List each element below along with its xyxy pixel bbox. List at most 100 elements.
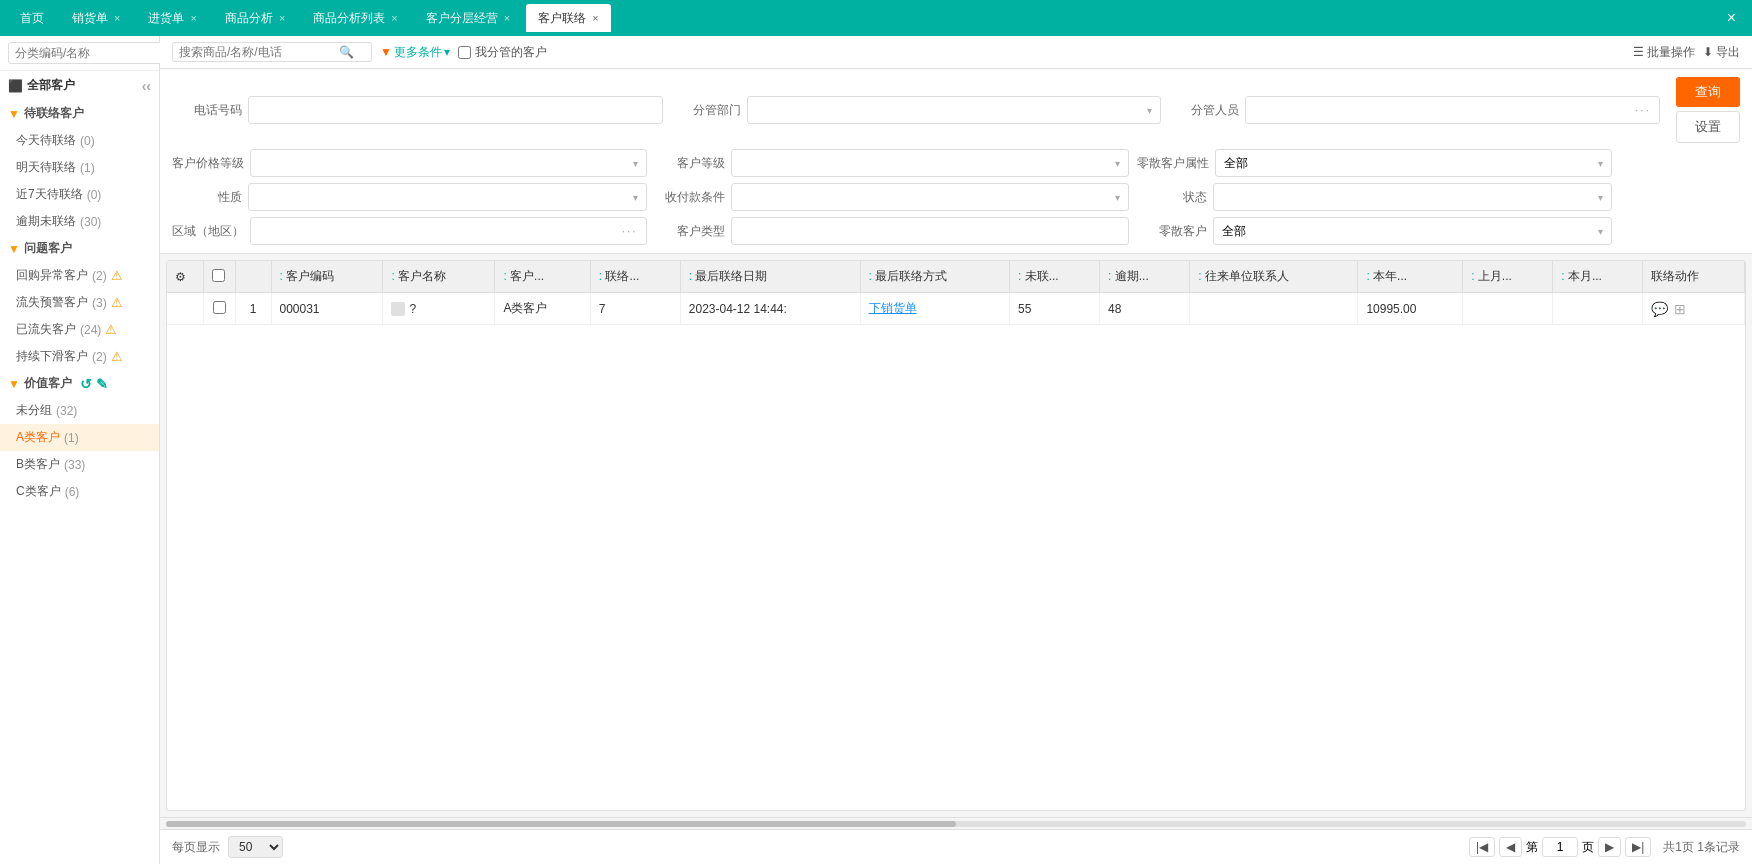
status-select[interactable]: ▾: [1213, 183, 1612, 211]
close-tab-goods-list[interactable]: ×: [391, 12, 397, 24]
col-cust-type[interactable]: : 客户...: [495, 261, 590, 293]
col-settings[interactable]: ⚙: [167, 261, 203, 293]
close-tab-purchase[interactable]: ×: [190, 12, 196, 24]
row-checkbox[interactable]: [213, 301, 226, 314]
col-last-month[interactable]: : 上月...: [1463, 261, 1553, 293]
filter-more-btn[interactable]: ▼ 更多条件 ▾: [380, 44, 450, 61]
all-customers-header[interactable]: ⬛ 全部客户 ‹‹: [0, 71, 159, 100]
col-last-method[interactable]: : 最后联络方式: [860, 261, 1009, 293]
price-level-label: 客户价格等级: [172, 155, 244, 172]
page-unit: 页: [1582, 839, 1594, 856]
chat-action-icon[interactable]: 💬: [1651, 301, 1668, 317]
last-method-link[interactable]: 下销货单: [869, 301, 917, 315]
filter-right: ☰ 批量操作 ⬇ 导出: [1633, 44, 1740, 61]
payment-select[interactable]: ▾: [731, 183, 1130, 211]
col-unit-contact[interactable]: : 往来单位联系人: [1190, 261, 1358, 293]
col-name[interactable]: : 客户名称: [383, 261, 495, 293]
filter-search-icon[interactable]: 🔍: [339, 45, 354, 59]
tab-goods-analysis-list[interactable]: 商品分析列表 ×: [301, 4, 409, 32]
close-all-tabs[interactable]: ×: [1719, 9, 1744, 27]
dept-select[interactable]: ▾: [747, 96, 1162, 124]
sidebar-item-class-c[interactable]: C类客户 (6): [0, 478, 159, 505]
row-code: 000031: [271, 293, 383, 325]
col-this-year[interactable]: : 本年...: [1358, 261, 1463, 293]
first-page-btn[interactable]: |◀: [1469, 837, 1495, 857]
pagination: |◀ ◀ 第 页 ▶ ▶| 共1页 1条记录: [1469, 837, 1740, 857]
sidebar-item-tomorrow[interactable]: 明天待联络 (1): [0, 154, 159, 181]
row-checkbox-cell: [203, 293, 235, 325]
close-tab-customer-tier[interactable]: ×: [504, 12, 510, 24]
grid-action-icon[interactable]: ⊞: [1674, 301, 1686, 317]
tab-purchase[interactable]: 进货单 ×: [136, 4, 208, 32]
row-cust-type: A类客户: [495, 293, 590, 325]
batch-op-btn[interactable]: ☰ 批量操作: [1633, 44, 1695, 61]
close-tab-sales[interactable]: ×: [114, 12, 120, 24]
filter-dept: 分管部门 ▾: [671, 96, 1162, 124]
region-select[interactable]: ···: [250, 217, 647, 245]
scatter-attr-chevron: ▾: [1598, 158, 1603, 169]
dept-label: 分管部门: [671, 102, 741, 119]
horizontal-scrollbar[interactable]: [160, 817, 1752, 829]
tab-goods-analysis[interactable]: 商品分析 ×: [213, 4, 297, 32]
export-btn[interactable]: ⬇ 导出: [1703, 44, 1740, 61]
select-all-checkbox[interactable]: [212, 269, 225, 282]
sidebar-item-class-a[interactable]: A类客户 (1): [0, 424, 159, 451]
filter-icon: ▼: [380, 45, 392, 59]
col-code[interactable]: : 客户编码: [271, 261, 383, 293]
cust-type-select[interactable]: [731, 217, 1130, 245]
manager-select[interactable]: ···: [1245, 96, 1660, 124]
sidebar-pending-header[interactable]: ▼ 待联络客户: [0, 100, 159, 127]
tab-home[interactable]: 首页: [8, 4, 56, 32]
col-contact[interactable]: : 联络...: [590, 261, 680, 293]
filter-row-3: 性质 ▾ 收付款条件 ▾ 状态: [172, 183, 1740, 211]
region-dots: ···: [622, 224, 638, 238]
content-area: 🔍 ▼ 更多条件 ▾ 我分管的客户 ☰ 批量操作 ⬇ 导出: [160, 36, 1752, 864]
sidebar-item-declining[interactable]: 持续下滑客户 (2) ⚠: [0, 343, 159, 370]
warn-icon-churned: ⚠: [105, 322, 117, 337]
phone-input[interactable]: [248, 96, 663, 124]
table-header-row: ⚙ : 客户编码 : 客户名称 : 客户... : 联络... : 最后联络日期…: [167, 261, 1745, 293]
page-input[interactable]: [1542, 837, 1578, 857]
col-checkbox[interactable]: [203, 261, 235, 293]
row-not-contacted: 55: [1009, 293, 1099, 325]
prev-page-btn[interactable]: ◀: [1499, 837, 1522, 857]
tab-customer-tier[interactable]: 客户分层经营 ×: [414, 4, 522, 32]
per-page-select[interactable]: 50 100 200: [228, 836, 283, 858]
sidebar-item-class-b[interactable]: B类客户 (33): [0, 451, 159, 478]
close-tab-customer-contact[interactable]: ×: [592, 12, 598, 24]
sidebar-value-header[interactable]: ▼ 价值客户 ↺ ✎: [0, 370, 159, 397]
scatter-attr-select[interactable]: 全部 ▾: [1215, 149, 1612, 177]
edit-icon[interactable]: ✎: [96, 376, 108, 392]
scatter-cust-select[interactable]: 全部 ▾: [1213, 217, 1612, 245]
query-btn[interactable]: 查询: [1676, 77, 1740, 107]
tab-customer-contact[interactable]: 客户联络 ×: [526, 4, 610, 32]
tab-sales[interactable]: 销货单 ×: [60, 4, 132, 32]
sidebar-item-unclassified[interactable]: 未分组 (32): [0, 397, 159, 424]
sidebar-problem-header[interactable]: ▼ 问题客户: [0, 235, 159, 262]
col-overdue[interactable]: : 逾期...: [1100, 261, 1190, 293]
price-level-select[interactable]: ▾: [250, 149, 647, 177]
row-last-date: 2023-04-12 14:44:: [680, 293, 860, 325]
sidebar-item-overdue[interactable]: 逾期未联络 (30): [0, 208, 159, 235]
close-tab-goods-analysis[interactable]: ×: [279, 12, 285, 24]
sidebar-item-repurchase[interactable]: 回购异常客户 (2) ⚠: [0, 262, 159, 289]
settings-btn[interactable]: 设置: [1676, 111, 1740, 143]
sidebar-search-input[interactable]: [8, 42, 172, 64]
sidebar-item-7days[interactable]: 近7天待联络 (0): [0, 181, 159, 208]
sidebar-item-today[interactable]: 今天待联络 (0): [0, 127, 159, 154]
filter-search-input[interactable]: [179, 45, 339, 59]
nature-select[interactable]: ▾: [248, 183, 647, 211]
my-customers-checkbox[interactable]: [458, 46, 471, 59]
refresh-icon[interactable]: ↺: [80, 376, 92, 392]
col-not-contacted[interactable]: : 未联...: [1009, 261, 1099, 293]
main-layout: 🔍 ⬛ 全部客户 ‹‹ ▼ 待联络客户 今天待联络 (0) 明天待联络 (1) …: [0, 36, 1752, 864]
sidebar-item-churned[interactable]: 已流失客户 (24) ⚠: [0, 316, 159, 343]
next-page-btn[interactable]: ▶: [1598, 837, 1621, 857]
filter-phone: 电话号码: [172, 96, 663, 124]
sidebar-item-churn-warn[interactable]: 流失预警客户 (3) ⚠: [0, 289, 159, 316]
filter-row-1: 电话号码 分管部门 ▾ 分管人员 ···: [172, 77, 1740, 143]
cust-level-select[interactable]: ▾: [731, 149, 1130, 177]
col-last-date[interactable]: : 最后联络日期: [680, 261, 860, 293]
last-page-btn[interactable]: ▶|: [1625, 837, 1651, 857]
col-this-month[interactable]: : 本月...: [1553, 261, 1643, 293]
